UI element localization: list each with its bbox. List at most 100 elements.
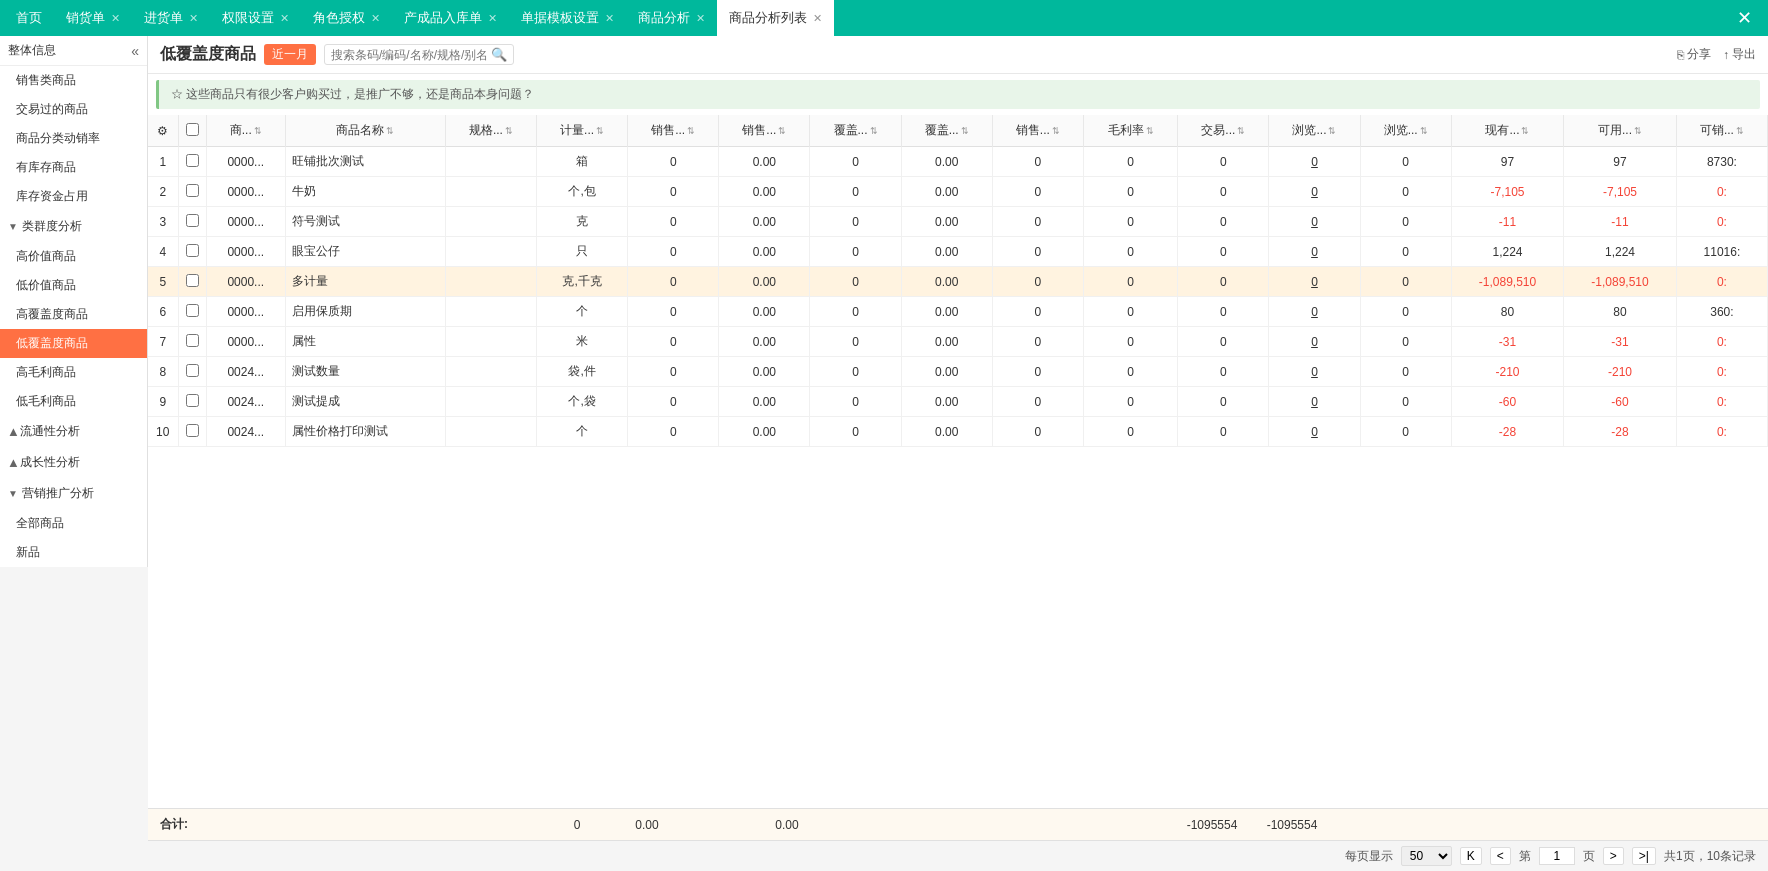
sidebar-item-low-margin[interactable]: 低毛利商品 xyxy=(0,387,147,416)
col-current[interactable]: 现有...⇅ xyxy=(1451,115,1564,147)
sidebar-section-flow[interactable]: ▶ 流通性分析 xyxy=(0,416,147,447)
page-input[interactable] xyxy=(1539,847,1575,865)
nav-tab-permission[interactable]: 权限设置 ✕ xyxy=(210,0,301,36)
row-browse1[interactable]: 0 xyxy=(1269,297,1360,327)
sidebar-item-traded-goods[interactable]: 交易过的商品 xyxy=(0,95,147,124)
col-saleable[interactable]: 可销...⇅ xyxy=(1676,115,1767,147)
window-close-button[interactable]: ✕ xyxy=(1725,0,1764,36)
sidebar-section-growth[interactable]: ▶ 成长性分析 xyxy=(0,447,147,478)
total-current: -1095554 xyxy=(1172,818,1252,832)
row-spec xyxy=(445,177,536,207)
row-checkbox[interactable] xyxy=(178,177,206,207)
row-checkbox[interactable] xyxy=(178,297,206,327)
sidebar-item-low-value[interactable]: 低价值商品 xyxy=(0,271,147,300)
close-tab-inbound[interactable]: ✕ xyxy=(488,12,497,25)
nav-tab-analysis-list[interactable]: 商品分析列表 ✕ xyxy=(717,0,834,36)
period-button[interactable]: 近一月 xyxy=(264,44,316,65)
close-tab-role[interactable]: ✕ xyxy=(371,12,380,25)
row-checkbox[interactable] xyxy=(178,207,206,237)
sidebar-item-high-value[interactable]: 高价值商品 xyxy=(0,242,147,271)
search-icon[interactable]: 🔍 xyxy=(491,47,507,62)
row-browse1[interactable]: 0 xyxy=(1269,357,1360,387)
row-browse1[interactable]: 0 xyxy=(1269,267,1360,297)
sidebar-item-high-coverage[interactable]: 高覆盖度商品 xyxy=(0,300,147,329)
close-tab-purchase[interactable]: ✕ xyxy=(189,12,198,25)
nav-tab-home[interactable]: 首页 xyxy=(4,0,54,36)
nav-tab-analysis[interactable]: 商品分析 ✕ xyxy=(626,0,717,36)
col-gross[interactable]: 毛利率⇅ xyxy=(1083,115,1177,147)
row-cov2: 0.00 xyxy=(901,357,992,387)
row-checkbox[interactable] xyxy=(178,417,206,447)
col-sales-qty[interactable]: 销售...⇅ xyxy=(628,115,719,147)
last-page-btn[interactable]: >| xyxy=(1632,847,1656,865)
col-available[interactable]: 可用...⇅ xyxy=(1564,115,1677,147)
next-page-btn[interactable]: > xyxy=(1603,847,1624,865)
col-spec[interactable]: 规格...⇅ xyxy=(445,115,536,147)
row-browse1[interactable]: 0 xyxy=(1269,177,1360,207)
export-button[interactable]: ↑ 导出 xyxy=(1723,46,1756,63)
sidebar-item-sales-goods[interactable]: 销售类商品 xyxy=(0,66,147,95)
sidebar-item-category-rate[interactable]: 商品分类动销率 xyxy=(0,124,147,153)
col-browse1[interactable]: 浏览...⇅ xyxy=(1269,115,1360,147)
nav-tab-sales[interactable]: 销货单 ✕ xyxy=(54,0,132,36)
col-cov2[interactable]: 覆盖...⇅ xyxy=(901,115,992,147)
close-tab-permission[interactable]: ✕ xyxy=(280,12,289,25)
col-cov1[interactable]: 覆盖...⇅ xyxy=(810,115,901,147)
sidebar-section-marketing[interactable]: ▼ 营销推广分析 xyxy=(0,478,147,509)
col-sales3[interactable]: 销售...⇅ xyxy=(992,115,1083,147)
table-row: 5 0000... 多计量 克,千克 0 0.00 0 0.00 0 0 0 0… xyxy=(148,267,1768,297)
sidebar-item-new-goods[interactable]: 新品 xyxy=(0,538,147,567)
per-page-select[interactable]: 50 20 100 xyxy=(1401,846,1452,866)
row-current: -28 xyxy=(1451,417,1564,447)
row-gross: 0 xyxy=(1083,327,1177,357)
sidebar-item-low-coverage[interactable]: 低覆盖度商品 xyxy=(0,329,147,358)
settings-icon[interactable]: ⚙ xyxy=(157,124,168,138)
close-tab-analysis-list[interactable]: ✕ xyxy=(813,12,822,25)
col-code[interactable]: 商...⇅ xyxy=(206,115,285,147)
nav-tab-inbound[interactable]: 产成品入库单 ✕ xyxy=(392,0,509,36)
col-sales-amt[interactable]: 销售...⇅ xyxy=(719,115,810,147)
row-browse1[interactable]: 0 xyxy=(1269,417,1360,447)
search-input[interactable] xyxy=(331,48,491,62)
row-trade: 0 xyxy=(1178,147,1269,177)
row-checkbox[interactable] xyxy=(178,387,206,417)
first-page-btn[interactable]: K xyxy=(1460,847,1482,865)
sidebar-item-all-goods[interactable]: 全部商品 xyxy=(0,509,147,538)
nav-tab-purchase[interactable]: 进货单 ✕ xyxy=(132,0,210,36)
nav-tab-role[interactable]: 角色授权 ✕ xyxy=(301,0,392,36)
row-cov2: 0.00 xyxy=(901,207,992,237)
close-tab-analysis[interactable]: ✕ xyxy=(696,12,705,25)
share-button[interactable]: ⎘ 分享 xyxy=(1677,46,1711,63)
row-checkbox[interactable] xyxy=(178,237,206,267)
row-unit: 箱 xyxy=(536,147,627,177)
prev-page-btn[interactable]: < xyxy=(1490,847,1511,865)
col-name[interactable]: 商品名称⇅ xyxy=(285,115,445,147)
flow-arrow-icon: ▶ xyxy=(7,428,18,436)
row-browse1[interactable]: 0 xyxy=(1269,327,1360,357)
row-checkbox[interactable] xyxy=(178,147,206,177)
col-unit[interactable]: 计量...⇅ xyxy=(536,115,627,147)
close-tab-template[interactable]: ✕ xyxy=(605,12,614,25)
page-suffix: 页 xyxy=(1583,848,1595,865)
col-trade[interactable]: 交易...⇅ xyxy=(1178,115,1269,147)
row-browse1[interactable]: 0 xyxy=(1269,207,1360,237)
close-tab-sales[interactable]: ✕ xyxy=(111,12,120,25)
row-checkbox[interactable] xyxy=(178,327,206,357)
row-browse1[interactable]: 0 xyxy=(1269,237,1360,267)
sidebar-collapse-btn[interactable]: « xyxy=(131,43,139,59)
row-name: 属性价格打印测试 xyxy=(285,417,445,447)
row-trade: 0 xyxy=(1178,417,1269,447)
sidebar-item-high-margin[interactable]: 高毛利商品 xyxy=(0,358,147,387)
col-settings[interactable]: ⚙ xyxy=(148,115,178,147)
col-browse2[interactable]: 浏览...⇅ xyxy=(1360,115,1451,147)
cluster-arrow-icon: ▼ xyxy=(8,221,18,232)
row-browse1[interactable]: 0 xyxy=(1269,387,1360,417)
nav-tab-template[interactable]: 单据模板设置 ✕ xyxy=(509,0,626,36)
row-checkbox[interactable] xyxy=(178,267,206,297)
sidebar-item-stock-goods[interactable]: 有库存商品 xyxy=(0,153,147,182)
row-checkbox[interactable] xyxy=(178,357,206,387)
select-all-checkbox[interactable] xyxy=(186,123,199,136)
sidebar-section-cluster[interactable]: ▼ 类群度分析 xyxy=(0,211,147,242)
row-browse1[interactable]: 0 xyxy=(1269,147,1360,177)
sidebar-item-stock-capital[interactable]: 库存资金占用 xyxy=(0,182,147,211)
